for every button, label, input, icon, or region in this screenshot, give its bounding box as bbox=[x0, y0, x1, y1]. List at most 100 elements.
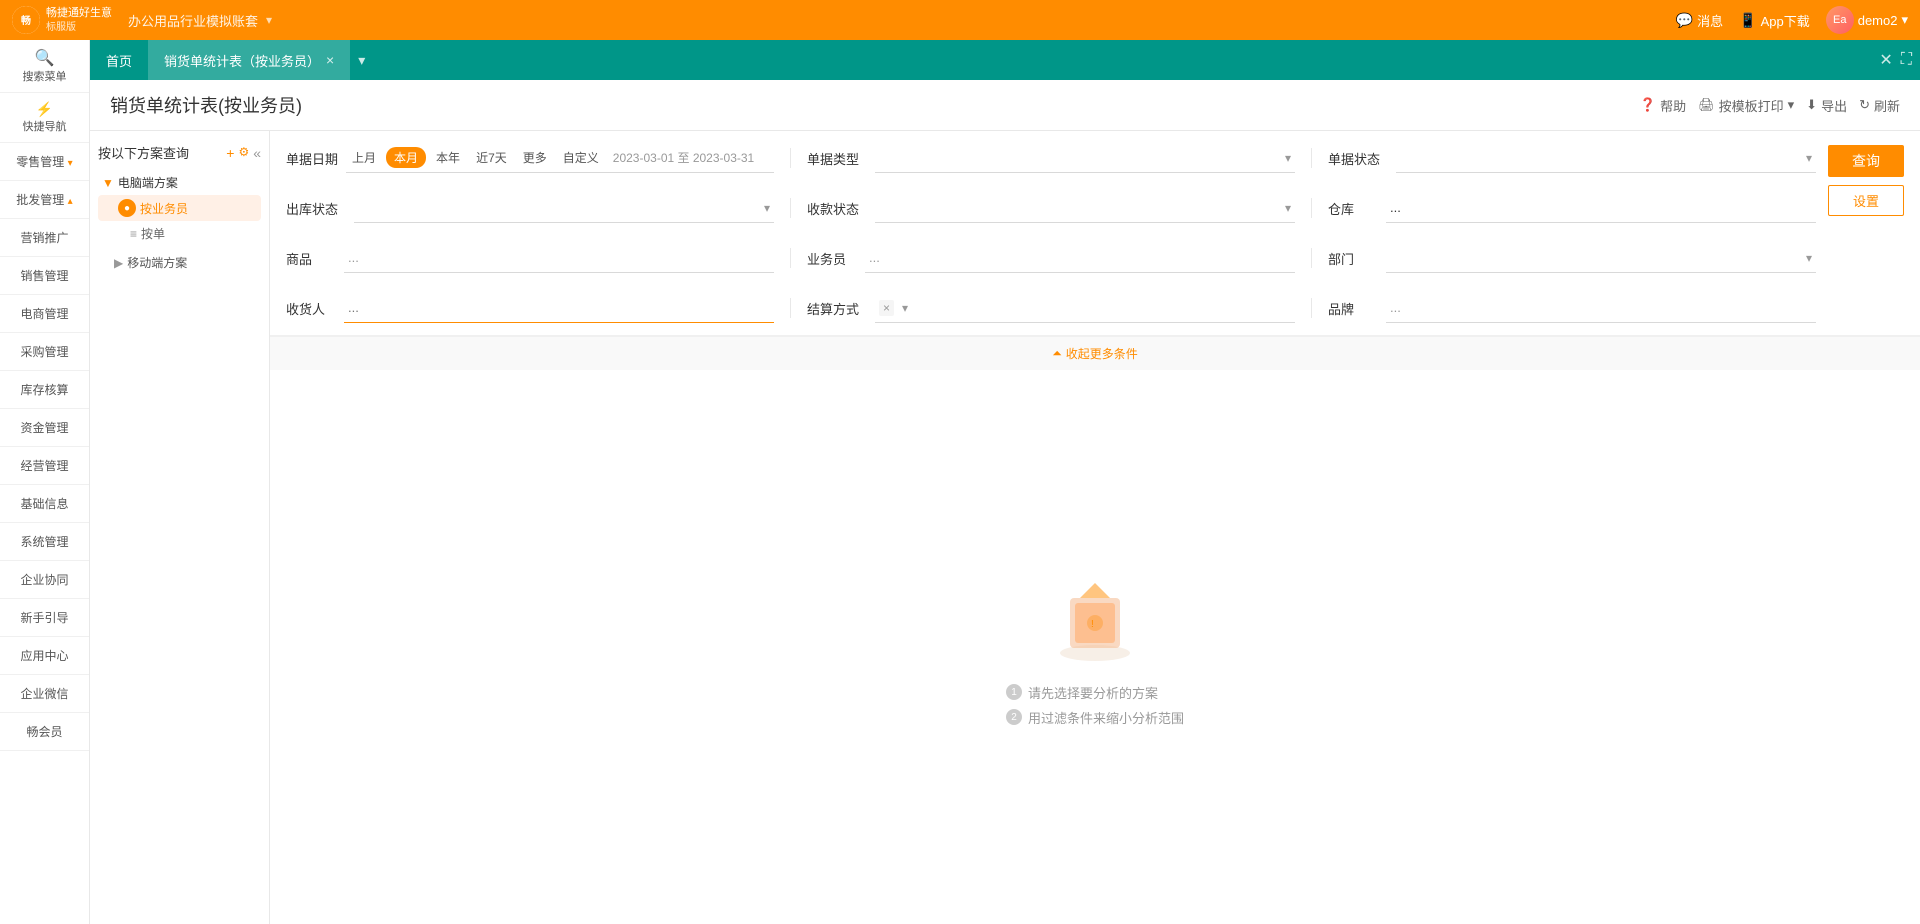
sidebar-item-search[interactable]: 🔍 搜索菜单 bbox=[0, 40, 89, 93]
tab-header-bar: 首页 销货单统计表（按业务员） × ▾ ✕ ⛶ bbox=[90, 40, 1920, 80]
date-btn-more[interactable]: 更多 bbox=[517, 147, 553, 168]
edit-scheme-btn[interactable]: ⚙ bbox=[238, 145, 249, 161]
sidebar-item-retail[interactable]: 零售管理 ▾ bbox=[0, 143, 89, 181]
settlement-arrow-icon: ▾ bbox=[902, 301, 908, 315]
settlement-tag-close-btn[interactable]: × bbox=[883, 301, 890, 315]
collapse-panel-btn[interactable]: « bbox=[253, 145, 261, 161]
btn-area: 查询 设置 bbox=[1816, 143, 1904, 216]
sidebar-item-sales[interactable]: 销售管理 bbox=[0, 257, 89, 295]
filter-item-stock-status: 出库状态 ▾ bbox=[286, 193, 774, 223]
scheme-sub-item-by-order[interactable]: ≡ 按单 bbox=[98, 221, 261, 246]
tab-expand-icon[interactable]: ▾ bbox=[350, 52, 373, 69]
app-download-nav-item[interactable]: 📱 App下载 bbox=[1739, 11, 1810, 30]
print-btn[interactable]: 🖨 按模板打印 ▾ bbox=[1698, 96, 1794, 115]
sidebar-item-finance[interactable]: 资金管理 bbox=[0, 409, 89, 447]
payment-status-label: 收款状态 bbox=[807, 199, 867, 218]
sidebar-item-enterprise[interactable]: 企业协同 bbox=[0, 561, 89, 599]
filter-divider-4 bbox=[1311, 198, 1312, 218]
message-nav-item[interactable]: 💬 消息 bbox=[1676, 11, 1723, 30]
date-btn-custom[interactable]: 自定义 bbox=[557, 147, 605, 168]
scheme-item-by-salesperson[interactable]: ● 按业务员 bbox=[98, 195, 261, 221]
tab-window-expand-btn[interactable]: ⛶ bbox=[1901, 51, 1912, 69]
sidebar-item-purchase[interactable]: 采购管理 bbox=[0, 333, 89, 371]
doc-status-dropdown[interactable]: ▾ bbox=[1396, 143, 1816, 173]
sidebar-item-wechat[interactable]: 企业微信 bbox=[0, 675, 89, 713]
salesperson-dropdown[interactable]: ... bbox=[865, 243, 1295, 273]
date-btn-7days[interactable]: 近7天 bbox=[470, 147, 513, 168]
filter-item-date: 单据日期 上月 本月 本年 近7天 更多 自定义 bbox=[286, 143, 774, 173]
date-btn-this-year[interactable]: 本年 bbox=[430, 147, 466, 168]
breadcrumb: 办公用品行业模拟账套 bbox=[128, 11, 258, 30]
sidebar-item-marketing[interactable]: 营销推广 bbox=[0, 219, 89, 257]
tab-window-close-btn[interactable]: ✕ bbox=[1879, 50, 1892, 70]
settlement-tag: × bbox=[879, 300, 894, 316]
sidebar-item-operations[interactable]: 经营管理 bbox=[0, 447, 89, 485]
warehouse-dropdown[interactable]: ... bbox=[1386, 193, 1816, 223]
tab-home[interactable]: 首页 bbox=[90, 40, 148, 80]
right-panel: 单据日期 上月 本月 本年 近7天 更多 自定义 bbox=[270, 131, 1920, 924]
export-btn[interactable]: ⬇ 导出 bbox=[1806, 96, 1847, 115]
page-header-actions: ❓ 帮助 🖨 按模板打印 ▾ ⬇ 导出 ↻ bbox=[1640, 96, 1900, 115]
date-btn-this-month[interactable]: 本月 bbox=[386, 147, 426, 168]
settlement-label: 结算方式 bbox=[807, 299, 867, 318]
receiver-input[interactable] bbox=[344, 293, 774, 323]
refresh-icon: ↻ bbox=[1859, 97, 1870, 113]
help-btn[interactable]: ❓ 帮助 bbox=[1640, 96, 1686, 115]
query-btn[interactable]: 查询 bbox=[1828, 145, 1904, 177]
scheme-sub-icon: ≡ bbox=[130, 227, 137, 241]
breadcrumb-expand-icon[interactable]: ▾ bbox=[266, 13, 272, 27]
settings-btn[interactable]: 设置 bbox=[1828, 185, 1904, 216]
sidebar-item-guide[interactable]: 新手引导 bbox=[0, 599, 89, 637]
sidebar-item-basic[interactable]: 基础信息 bbox=[0, 485, 89, 523]
user-nav-item[interactable]: Ea demo2 ▾ bbox=[1826, 6, 1908, 34]
doc-type-label: 单据类型 bbox=[807, 149, 867, 168]
settlement-dropdown[interactable]: × ▾ bbox=[875, 293, 1295, 323]
date-group: 上月 本月 本年 近7天 更多 自定义 2023-03-01 至 2023-03… bbox=[346, 143, 774, 173]
sidebar-item-ecommerce[interactable]: 电商管理 bbox=[0, 295, 89, 333]
filter-row-2: 出库状态 ▾ 收款状态 bbox=[286, 193, 1816, 223]
payment-status-dropdown[interactable]: ▾ bbox=[875, 193, 1295, 223]
filter-row-1: 单据日期 上月 本月 本年 近7天 更多 自定义 bbox=[286, 143, 1816, 173]
dept-arrow-icon: ▾ bbox=[1806, 251, 1812, 265]
filter-divider-8 bbox=[1311, 298, 1312, 318]
export-icon: ⬇ bbox=[1806, 97, 1817, 113]
department-dropdown[interactable]: ▾ bbox=[1386, 243, 1816, 273]
collapse-filter-btn[interactable]: ⏶ 收起更多条件 bbox=[270, 336, 1920, 370]
filter-item-receiver: 收货人 bbox=[286, 293, 774, 323]
content-area: 首页 销货单统计表（按业务员） × ▾ ✕ ⛶ 销货单统计表(按业务员) bbox=[90, 40, 1920, 924]
scheme-group-desktop-header[interactable]: ▼ 电脑端方案 bbox=[98, 170, 261, 195]
search-icon: 🔍 bbox=[4, 48, 85, 68]
empty-tip-1: 1 请先选择要分析的方案 bbox=[1006, 683, 1184, 702]
doc-type-dropdown[interactable]: ▾ bbox=[875, 143, 1295, 173]
tab-current[interactable]: 销货单统计表（按业务员） × bbox=[148, 40, 350, 80]
brand-dropdown[interactable]: ... bbox=[1386, 293, 1816, 323]
product-dropdown[interactable]: ... bbox=[344, 243, 774, 273]
empty-tips: 1 请先选择要分析的方案 2 用过滤条件来缩小分析范围 bbox=[1006, 683, 1184, 727]
message-icon: 💬 bbox=[1676, 12, 1693, 29]
scheme-group-desktop: ▼ 电脑端方案 ● 按业务员 ≡ 按单 bbox=[98, 170, 261, 246]
sidebar-item-member[interactable]: 畅会员 bbox=[0, 713, 89, 751]
filter-item-payment-status: 收款状态 ▾ bbox=[807, 193, 1295, 223]
filter-item-doc-status: 单据状态 ▾ bbox=[1328, 143, 1816, 173]
sidebar-item-apps[interactable]: 应用中心 bbox=[0, 637, 89, 675]
sidebar-item-system[interactable]: 系统管理 bbox=[0, 523, 89, 561]
date-btn-last-month[interactable]: 上月 bbox=[346, 147, 382, 168]
filter-item-warehouse: 仓库 ... bbox=[1328, 193, 1816, 223]
filter-divider-7 bbox=[790, 298, 791, 318]
filter-item-product: 商品 ... bbox=[286, 243, 774, 273]
refresh-btn[interactable]: ↻ 刷新 bbox=[1859, 96, 1900, 115]
collapse-icon: ⏶ bbox=[1052, 346, 1062, 361]
filter-item-brand: 品牌 ... bbox=[1328, 293, 1816, 323]
scheme-group-mobile-header[interactable]: ▶ 移动端方案 bbox=[98, 250, 261, 275]
filter-row-3: 商品 ... 业务员 bbox=[286, 243, 1816, 273]
sidebar-item-inventory[interactable]: 库存核算 bbox=[0, 371, 89, 409]
filter-divider-1 bbox=[790, 148, 791, 168]
top-bar-right: 💬 消息 📱 App下载 Ea demo2 ▾ bbox=[1676, 6, 1908, 34]
sidebar-item-wholesale[interactable]: 批发管理 ▴ bbox=[0, 181, 89, 219]
sidebar-item-quick-nav[interactable]: ⚡ 快捷导航 bbox=[0, 93, 89, 143]
add-scheme-btn[interactable]: + bbox=[226, 145, 234, 161]
app-container: 畅 畅捷通好生意 标服版 办公用品行业模拟账套 ▾ 💬 消息 📱 App下载 bbox=[0, 0, 1920, 924]
stock-status-dropdown[interactable]: ▾ bbox=[354, 193, 774, 223]
receiver-label: 收货人 bbox=[286, 299, 336, 318]
tab-close-btn[interactable]: × bbox=[326, 52, 334, 68]
